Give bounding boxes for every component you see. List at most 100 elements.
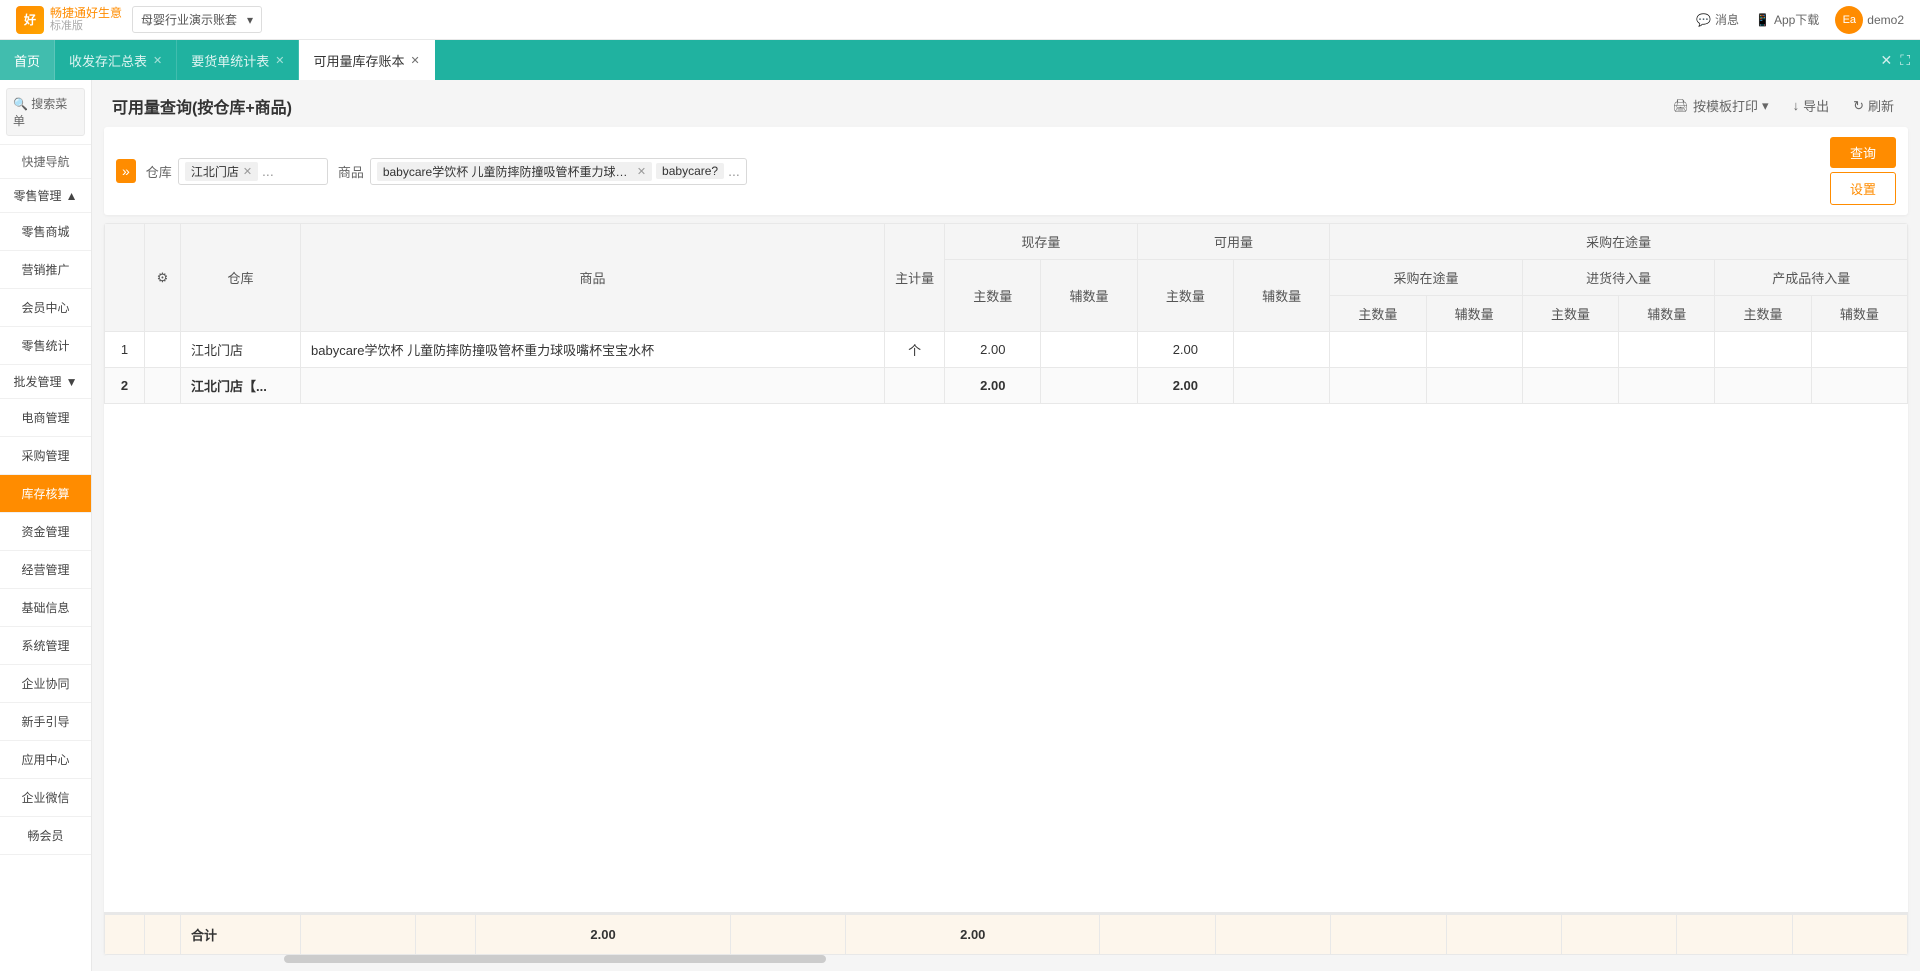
sidebar-item-finance[interactable]: 资金管理 [0, 513, 91, 551]
settings-button[interactable]: 设置 [1830, 172, 1896, 205]
app-icon: 📱 [1755, 13, 1770, 27]
avatar: Ea [1835, 6, 1863, 34]
row-num: 2 [105, 368, 145, 404]
export-button[interactable]: ↓ 导出 [1787, 92, 1836, 119]
warehouse-tag-group[interactable]: 江北门店 ✕ ... [178, 158, 328, 185]
tab-available[interactable]: 可用量库存账本 ✕ [299, 40, 434, 80]
row-product-aux [1811, 368, 1907, 404]
remove-warehouse-icon[interactable]: ✕ [243, 165, 252, 178]
orders-tab-label: 要货单统计表 [191, 51, 269, 70]
tab-orders[interactable]: 要货单统计表 ✕ [177, 40, 299, 80]
message-icon: 💬 [1696, 13, 1711, 27]
row-current-aux [1041, 332, 1137, 368]
tab-receipts[interactable]: 收发存汇总表 ✕ [55, 40, 177, 80]
row-settings [145, 368, 181, 404]
members-label: 畅会员 [27, 827, 63, 844]
sidebar-item-system[interactable]: 系统管理 [0, 627, 91, 665]
product-filter: 商品 babycare学饮杯 儿童防摔防撞吸管杯重力球吸嘴杯宝宝水杯 ✕ bab… [338, 158, 747, 185]
filter-expand-button[interactable]: » [116, 159, 136, 183]
th-purchase-main: 主数量 [1330, 296, 1426, 332]
row-avail-main: 2.00 [1137, 332, 1233, 368]
th-purchase-intransit: 采购在途量 [1330, 260, 1523, 296]
username-label: demo2 [1867, 13, 1904, 27]
sidebar-item-retail-stats[interactable]: 零售统计 [0, 327, 91, 365]
row-current-main: 2.00 [945, 332, 1041, 368]
th-inbound-pending: 进货待入量 [1522, 260, 1715, 296]
footer-current-main: 2.00 [476, 915, 730, 955]
th-settings[interactable]: ⚙ [145, 224, 181, 332]
sidebar-item-enterprise-wechat[interactable]: 企业微信 [0, 779, 91, 817]
retail-stats-label: 零售统计 [21, 337, 69, 354]
product-tag-2: babycare? [656, 163, 724, 179]
horizontal-scrollbar[interactable] [104, 955, 1908, 963]
store-name: 母婴行业演示账套 [141, 11, 237, 28]
close-icon[interactable]: ✕ [275, 54, 284, 67]
th-avail-main: 主数量 [1137, 260, 1233, 332]
sidebar-item-quick-nav[interactable]: 快捷导航 [0, 145, 91, 179]
th-available: 可用量 [1137, 224, 1330, 260]
row-product-aux [1811, 332, 1907, 368]
sidebar-item-inventory[interactable]: 库存核算 [0, 475, 91, 513]
store-selector[interactable]: 母婴行业演示账套 ▾ [132, 6, 262, 33]
sidebar-item-purchase[interactable]: 采购管理 [0, 437, 91, 475]
tab-home[interactable]: 首页 [0, 40, 55, 80]
sidebar-item-member[interactable]: 会员中心 [0, 289, 91, 327]
warehouse-more-icon[interactable]: ... [262, 163, 274, 179]
sidebar-item-operations[interactable]: 经营管理 [0, 551, 91, 589]
sidebar-item-retail-mgmt[interactable]: 零售管理 ▲ [0, 179, 91, 213]
row-inbound-main [1522, 368, 1618, 404]
row-unit: 个 [885, 332, 945, 368]
quick-nav-label: 快捷导航 [21, 155, 69, 169]
nav-tabs: 首页 收发存汇总表 ✕ 要货单统计表 ✕ 可用量库存账本 ✕ ✕ ⛶ [0, 40, 1920, 80]
logo-area: 好 畅捷通好生意 标准版 [16, 6, 122, 34]
row-purchase-aux [1426, 332, 1522, 368]
sidebar-item-app-center[interactable]: 应用中心 [0, 741, 91, 779]
th-planned-inbound: 采购在途量 [1330, 224, 1908, 260]
row-inbound-aux [1619, 368, 1715, 404]
remove-product1-icon[interactable]: ✕ [637, 165, 646, 178]
filter-actions: 查询 设置 [1830, 137, 1896, 205]
user-action[interactable]: Ea demo2 [1835, 6, 1904, 34]
sidebar-item-retail-mall[interactable]: 零售商城 [0, 213, 91, 251]
search-menu-button[interactable]: 🔍 搜索菜单 [6, 88, 85, 136]
close-icon[interactable]: ✕ [411, 54, 420, 67]
app-download-label: App下载 [1774, 11, 1819, 28]
query-button[interactable]: 查询 [1830, 137, 1896, 168]
message-action[interactable]: 💬 消息 [1696, 11, 1739, 28]
close-icon[interactable]: ✕ [153, 54, 162, 67]
sidebar-item-basic-info[interactable]: 基础信息 [0, 589, 91, 627]
template-print-button[interactable]: 🖨 按模板打印 ▾ [1667, 92, 1775, 119]
row-unit [885, 368, 945, 404]
sidebar-item-ecommerce[interactable]: 电商管理 [0, 399, 91, 437]
sidebar-item-newbie[interactable]: 新手引导 [0, 703, 91, 741]
refresh-label: 刷新 [1868, 96, 1894, 115]
row-product [301, 368, 885, 404]
data-table: ⚙ 仓库 商品 主计量 现存量 可用量 采购在途量 主数量 辅数量 主数量 辅数… [104, 223, 1908, 404]
sidebar-item-members[interactable]: 畅会员 [0, 817, 91, 855]
row-settings [145, 332, 181, 368]
app-download-action[interactable]: 📱 App下载 [1755, 11, 1819, 28]
th-current-stock: 现存量 [945, 224, 1138, 260]
top-bar-left: 好 畅捷通好生意 标准版 母婴行业演示账套 ▾ [16, 6, 262, 34]
sidebar-item-enterprise[interactable]: 企业协同 [0, 665, 91, 703]
sidebar-item-wholesale[interactable]: 批发管理 ▼ [0, 365, 91, 399]
warehouse-label: 仓库 [146, 162, 172, 181]
template-print-label: 按模板打印 [1693, 96, 1758, 115]
home-tab-label: 首页 [14, 51, 40, 70]
scroll-thumb[interactable] [284, 955, 825, 963]
retail-mgmt-label: 零售管理 [14, 187, 62, 204]
product-more-icon[interactable]: ... [728, 163, 740, 179]
close-tab-icon[interactable]: ✕ [1880, 52, 1892, 69]
table-row: 1 江北门店 babycare学饮杯 儿童防摔防撞吸管杯重力球吸嘴杯宝宝水杯 个… [105, 332, 1908, 368]
row-warehouse: 江北门店 [181, 332, 301, 368]
row-current-aux [1041, 368, 1137, 404]
arrow-icon: ▲ [66, 189, 78, 203]
refresh-button[interactable]: ↻ 刷新 [1847, 92, 1900, 119]
system-label: 系统管理 [21, 637, 69, 654]
row-num: 1 [105, 332, 145, 368]
row-warehouse: 江北门店【... [181, 368, 301, 404]
expand-icon[interactable]: ⛶ [1900, 52, 1910, 69]
sidebar-item-marketing[interactable]: 营销推广 [0, 251, 91, 289]
product-tag-group[interactable]: babycare学饮杯 儿童防摔防撞吸管杯重力球吸嘴杯宝宝水杯 ✕ babyca… [370, 158, 747, 185]
retail-mall-label: 零售商城 [21, 223, 69, 240]
